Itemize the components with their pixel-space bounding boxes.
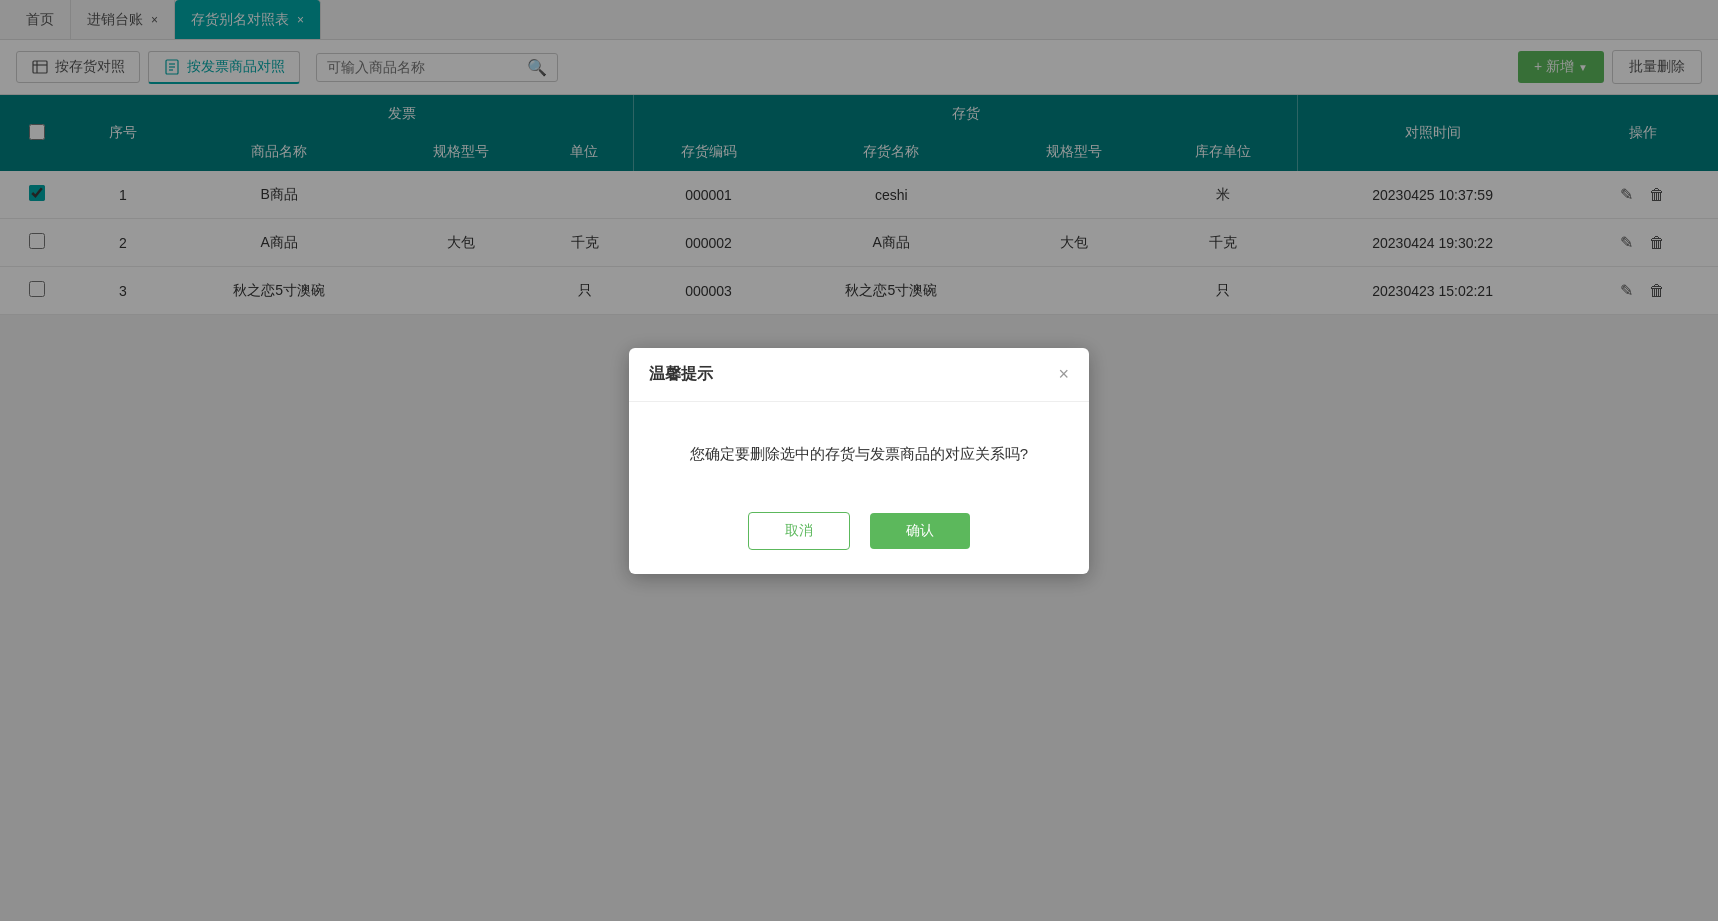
dialog-overlay: 温馨提示 × 您确定要删除选中的存货与发票商品的对应关系吗? 取消 确认 xyxy=(0,0,1718,315)
